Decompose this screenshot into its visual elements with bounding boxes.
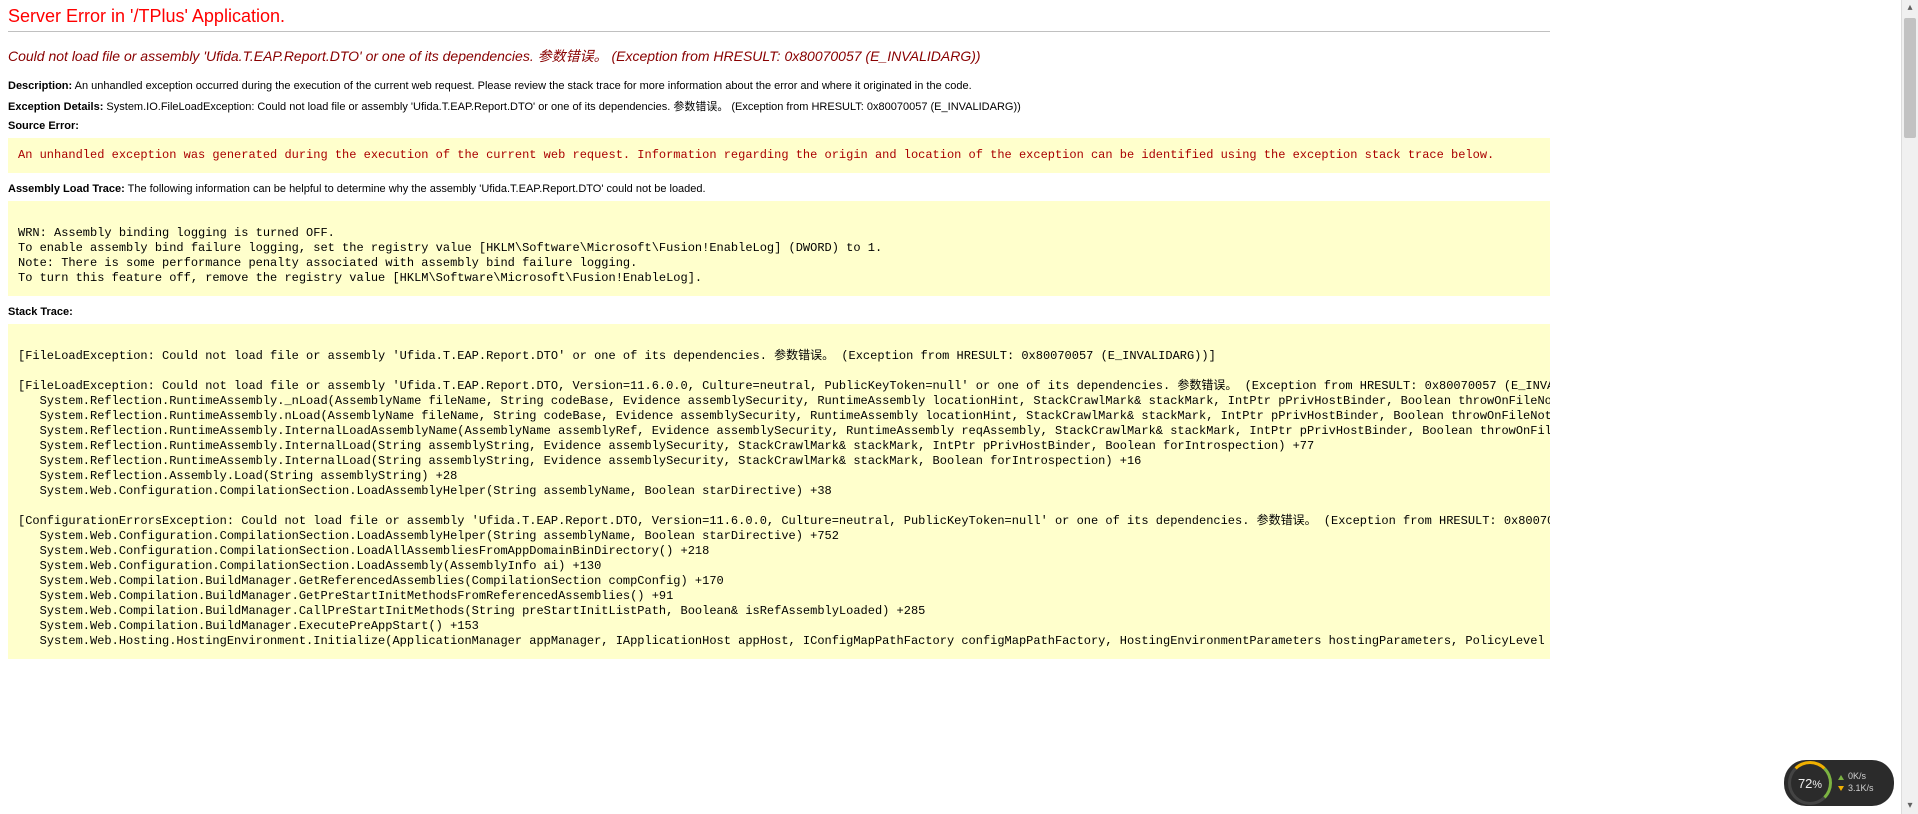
upload-arrow-icon — [1838, 775, 1844, 780]
exception-details-block: Exception Details: System.IO.FileLoadExc… — [8, 98, 1550, 114]
assembly-load-trace-code: WRN: Assembly binding logging is turned … — [18, 211, 1540, 286]
source-error-code: An unhandled exception was generated dur… — [18, 148, 1540, 163]
scroll-thumb[interactable] — [1904, 18, 1916, 138]
stack-trace-label: Stack Trace: — [8, 306, 73, 318]
assembly-load-trace-text: The following information can be helpful… — [128, 183, 706, 195]
title-divider — [8, 31, 1550, 32]
stack-trace-code: [FileLoadException: Could not load file … — [18, 334, 1540, 649]
assembly-load-trace-label: Assembly Load Trace: — [8, 183, 125, 195]
source-error-code-box: An unhandled exception was generated dur… — [8, 138, 1550, 173]
download-speed: 3.1K/s — [1848, 783, 1874, 795]
scroll-down-button[interactable]: ▾ — [1902, 798, 1918, 814]
description-label: Description: — [8, 80, 72, 92]
source-error-label-block: Source Error: — [8, 120, 1550, 132]
main-error-message: Could not load file or assembly 'Ufida.T… — [8, 46, 1550, 66]
stack-trace-label-block: Stack Trace: — [8, 306, 1550, 318]
stack-trace-code-box: [FileLoadException: Could not load file … — [8, 324, 1550, 659]
download-speed-row: 3.1K/s — [1838, 783, 1874, 795]
download-arrow-icon — [1838, 786, 1844, 791]
vertical-scrollbar[interactable]: ▴ ▾ — [1901, 0, 1918, 814]
assembly-load-trace-code-box: WRN: Assembly binding logging is turned … — [8, 201, 1550, 296]
exception-details-label: Exception Details: — [8, 101, 103, 113]
error-page: Server Error in '/TPlus' Application. Co… — [0, 0, 1558, 677]
scroll-up-button[interactable]: ▴ — [1902, 0, 1918, 16]
assembly-load-trace-block: Assembly Load Trace: The following infor… — [8, 183, 1550, 195]
page-title: Server Error in '/TPlus' Application. — [8, 6, 1550, 27]
network-speeds: 0K/s 3.1K/s — [1838, 771, 1874, 794]
exception-details-text: System.IO.FileLoadException: Could not l… — [106, 101, 1020, 113]
cpu-usage-value: 72% — [1798, 776, 1822, 791]
description-block: Description: An unhandled exception occu… — [8, 80, 1550, 92]
upload-speed: 0K/s — [1848, 771, 1866, 783]
upload-speed-row: 0K/s — [1838, 771, 1874, 783]
cpu-usage-ring: 72% — [1788, 761, 1832, 805]
description-text: An unhandled exception occurred during t… — [75, 80, 972, 92]
source-error-label: Source Error: — [8, 120, 79, 132]
network-monitor-widget[interactable]: 72% 0K/s 3.1K/s — [1784, 760, 1894, 806]
